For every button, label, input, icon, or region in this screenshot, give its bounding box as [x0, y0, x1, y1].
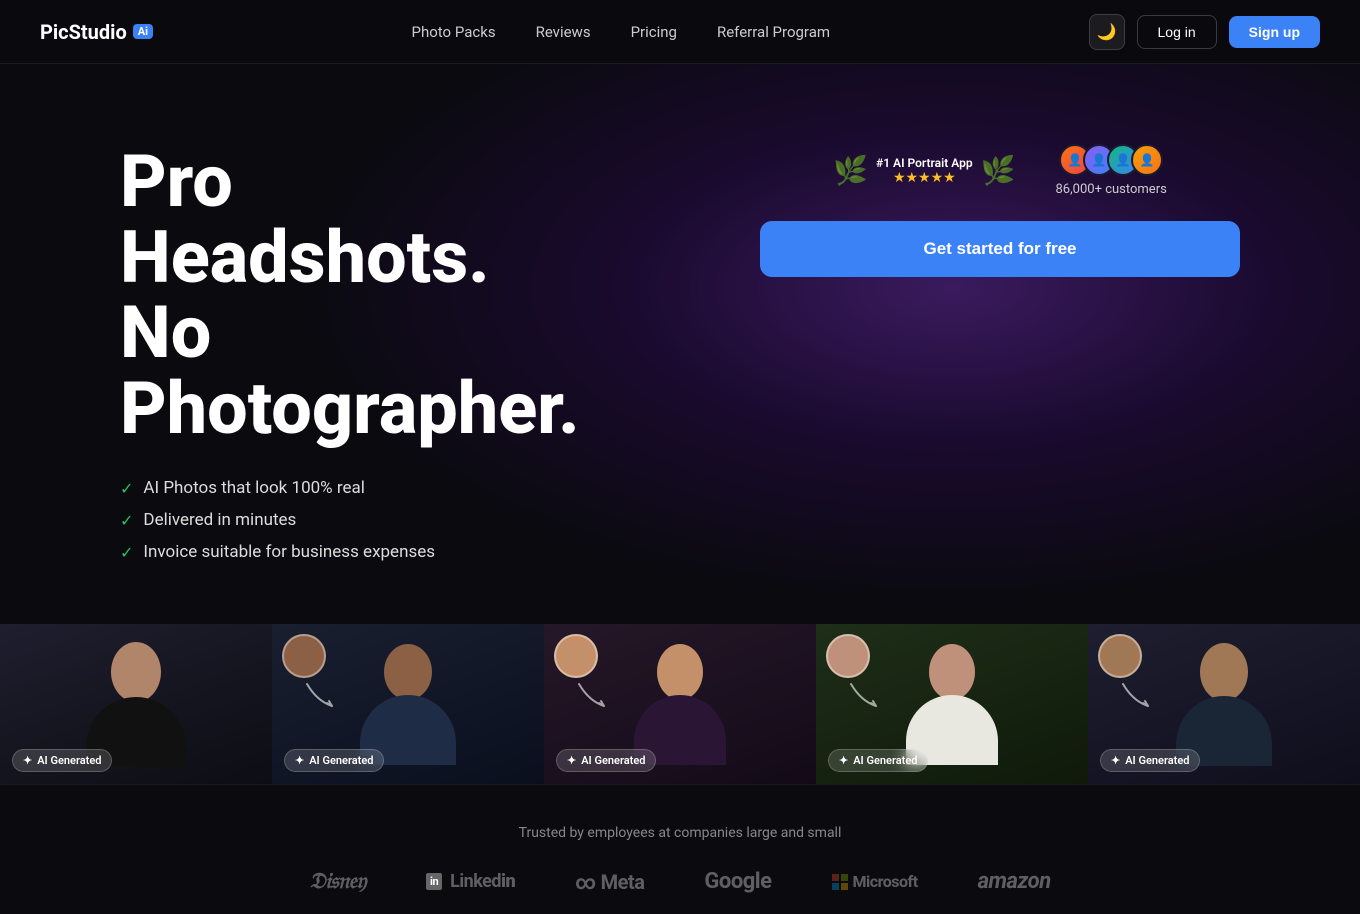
- feature-3: ✓ Invoice suitable for business expenses: [120, 542, 580, 562]
- microsoft-logo-text: Microsoft: [853, 872, 918, 891]
- arrow-icon-4: [846, 676, 886, 716]
- disney-logo-text: 𝔇𝔦𝔰𝔫𝔢𝔶: [309, 869, 366, 894]
- logo[interactable]: PicStudio Ai: [40, 20, 153, 44]
- brand-amazon: amazon: [978, 869, 1051, 894]
- customers-count: 86,000+ customers: [1056, 182, 1167, 197]
- avatar-stack: 👤 👤 👤 👤: [1059, 144, 1163, 176]
- sparkle-icon-5: ✦: [1111, 754, 1120, 767]
- meta-icon: ∞: [575, 870, 596, 894]
- hero-section: Pro Headshots. No Photographer. ✓ AI Pho…: [0, 64, 1360, 624]
- customers-badge: 👤 👤 👤 👤 86,000+ customers: [1056, 144, 1167, 197]
- award-badge: 🌿 #1 AI Portrait App ★★★★★ 🌿: [833, 154, 1015, 187]
- small-thumb-5: [1098, 634, 1142, 678]
- logo-text: PicStudio: [40, 20, 127, 44]
- avatar-4: 👤: [1131, 144, 1163, 176]
- linkedin-icon: in: [426, 873, 442, 890]
- brand-meta: ∞ Meta: [575, 870, 644, 894]
- meta-logo-text: Meta: [601, 870, 645, 894]
- photo-card-1: ✦ AI Generated: [0, 624, 272, 784]
- photo-strip: ✦ AI Generated ✦ AI Generated: [0, 624, 1360, 784]
- ai-tag-2: ✦ AI Generated: [284, 749, 384, 772]
- ai-tag-5: ✦ AI Generated: [1100, 749, 1200, 772]
- feature-2: ✓ Delivered in minutes: [120, 510, 580, 530]
- sparkle-icon-2: ✦: [295, 754, 304, 767]
- ai-tag-4: ✦ AI Generated: [828, 749, 928, 772]
- nav-referral[interactable]: Referral Program: [717, 23, 830, 41]
- login-button[interactable]: Log in: [1137, 15, 1217, 49]
- sparkle-icon-4: ✦: [839, 754, 848, 767]
- arrow-icon-5: [1118, 676, 1158, 716]
- trusted-section: Trusted by employees at companies large …: [0, 784, 1360, 914]
- check-icon-2: ✓: [120, 511, 133, 530]
- brand-linkedin: in Linkedin: [426, 871, 515, 892]
- sparkle-icon-3: ✦: [567, 754, 576, 767]
- ai-tag-1: ✦ AI Generated: [12, 749, 112, 772]
- stars: ★★★★★: [876, 170, 973, 186]
- small-thumb-4: [826, 634, 870, 678]
- small-thumb-2: [282, 634, 326, 678]
- trusted-text: Trusted by employees at companies large …: [0, 825, 1360, 841]
- hero-title: Pro Headshots. No Photographer.: [120, 144, 580, 446]
- hero-stats-row: 🌿 #1 AI Portrait App ★★★★★ 🌿 👤 👤 👤 👤 86,…: [833, 144, 1167, 197]
- microsoft-icon: [832, 874, 848, 890]
- cta-button[interactable]: Get started for free: [760, 221, 1240, 277]
- nav-actions: 🌙 Log in Sign up: [1089, 14, 1320, 50]
- nav-pricing[interactable]: Pricing: [631, 23, 677, 41]
- photo-card-3: ✦ AI Generated: [544, 624, 816, 784]
- brand-logos: 𝔇𝔦𝔰𝔫𝔢𝔶 in Linkedin ∞ Meta Google Microso…: [0, 869, 1360, 894]
- award-text: #1 AI Portrait App: [876, 156, 973, 170]
- hero-features: ✓ AI Photos that look 100% real ✓ Delive…: [120, 478, 580, 562]
- hero-right: 🌿 #1 AI Portrait App ★★★★★ 🌿 👤 👤 👤 👤 86,…: [760, 144, 1240, 277]
- brand-disney: 𝔇𝔦𝔰𝔫𝔢𝔶: [309, 869, 366, 894]
- arrow-icon-3: [574, 676, 614, 716]
- photo-card-4: ✦ AI Generated: [816, 624, 1088, 784]
- linkedin-logo-text: Linkedin: [450, 871, 515, 892]
- check-icon-1: ✓: [120, 479, 133, 498]
- amazon-logo-text: amazon: [978, 869, 1051, 894]
- navigation: PicStudio Ai Photo Packs Reviews Pricing…: [0, 0, 1360, 64]
- nav-photo-packs[interactable]: Photo Packs: [412, 23, 496, 41]
- nav-reviews[interactable]: Reviews: [536, 23, 591, 41]
- hero-left: Pro Headshots. No Photographer. ✓ AI Pho…: [120, 144, 580, 574]
- feature-1: ✓ AI Photos that look 100% real: [120, 478, 580, 498]
- left-laurel-icon: 🌿: [833, 154, 868, 187]
- small-thumb-3: [554, 634, 598, 678]
- right-laurel-icon: 🌿: [981, 154, 1016, 187]
- logo-badge: Ai: [133, 24, 153, 39]
- dark-mode-toggle[interactable]: 🌙: [1089, 14, 1125, 50]
- check-icon-3: ✓: [120, 543, 133, 562]
- award-laurel: 🌿 #1 AI Portrait App ★★★★★ 🌿: [833, 154, 1015, 187]
- brand-microsoft: Microsoft: [832, 872, 918, 891]
- photo-card-5: ✦ AI Generated: [1088, 624, 1360, 784]
- ai-tag-3: ✦ AI Generated: [556, 749, 656, 772]
- sparkle-icon-1: ✦: [23, 754, 32, 767]
- signup-button[interactable]: Sign up: [1229, 16, 1320, 48]
- nav-links: Photo Packs Reviews Pricing Referral Pro…: [412, 23, 831, 41]
- google-logo-text: Google: [704, 869, 771, 894]
- arrow-icon-2: [302, 676, 342, 716]
- photo-card-2: ✦ AI Generated: [272, 624, 544, 784]
- brand-google: Google: [704, 869, 771, 894]
